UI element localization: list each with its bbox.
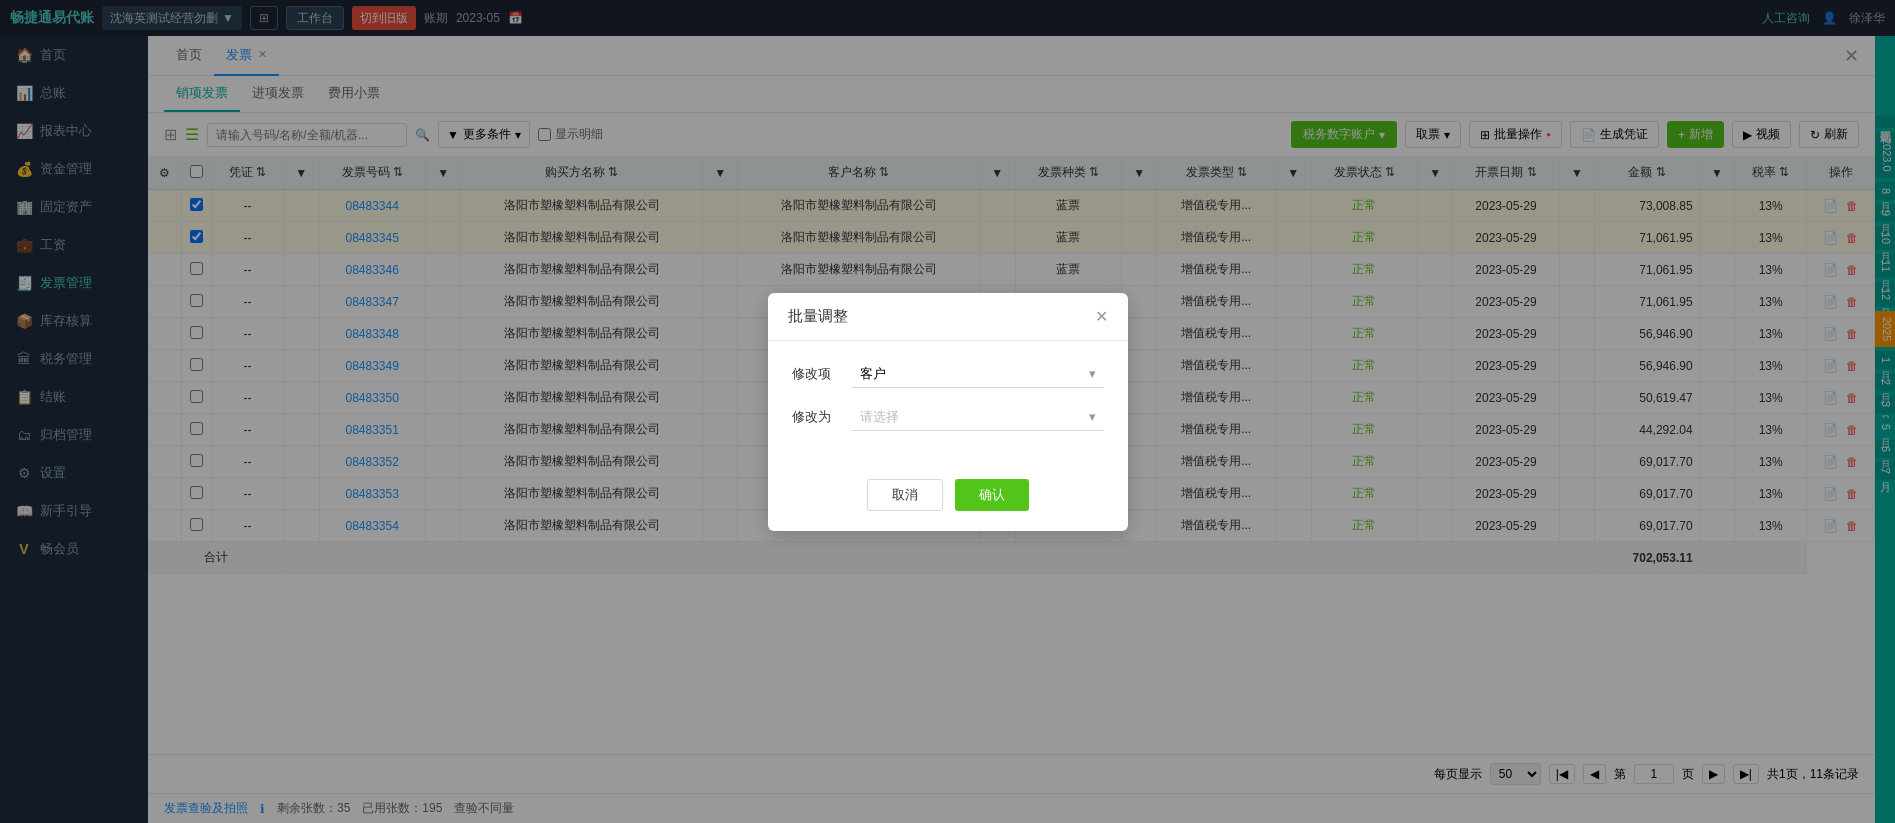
modal-body: 修改项 客户 ▾ 修改为 请选择 ▾ — [768, 341, 1128, 467]
modal-confirm-btn[interactable]: 确认 — [955, 479, 1029, 511]
chevron-down-icon2: ▾ — [1089, 409, 1096, 424]
modify-item-row: 修改项 客户 ▾ — [792, 361, 1104, 388]
modal-cancel-btn[interactable]: 取消 — [867, 479, 943, 511]
modify-to-label: 修改为 — [792, 408, 852, 426]
modal-overlay: 批量调整 ✕ 修改项 客户 ▾ 修改为 请选择 ▾ 取消 确认 — [0, 0, 1895, 823]
modify-item-label: 修改项 — [792, 365, 852, 383]
modify-item-select[interactable]: 客户 ▾ — [852, 361, 1104, 388]
modify-to-select[interactable]: 请选择 ▾ — [852, 404, 1104, 431]
modal-header: 批量调整 ✕ — [768, 293, 1128, 341]
batch-adjust-modal: 批量调整 ✕ 修改项 客户 ▾ 修改为 请选择 ▾ 取消 确认 — [768, 293, 1128, 531]
modal-footer: 取消 确认 — [768, 467, 1128, 531]
modal-close-btn[interactable]: ✕ — [1095, 307, 1108, 326]
modify-to-row: 修改为 请选择 ▾ — [792, 404, 1104, 431]
modal-title: 批量调整 — [788, 307, 848, 326]
modify-to-placeholder: 请选择 — [860, 408, 899, 426]
modify-item-value: 客户 — [860, 365, 886, 383]
chevron-down-icon: ▾ — [1089, 366, 1096, 381]
